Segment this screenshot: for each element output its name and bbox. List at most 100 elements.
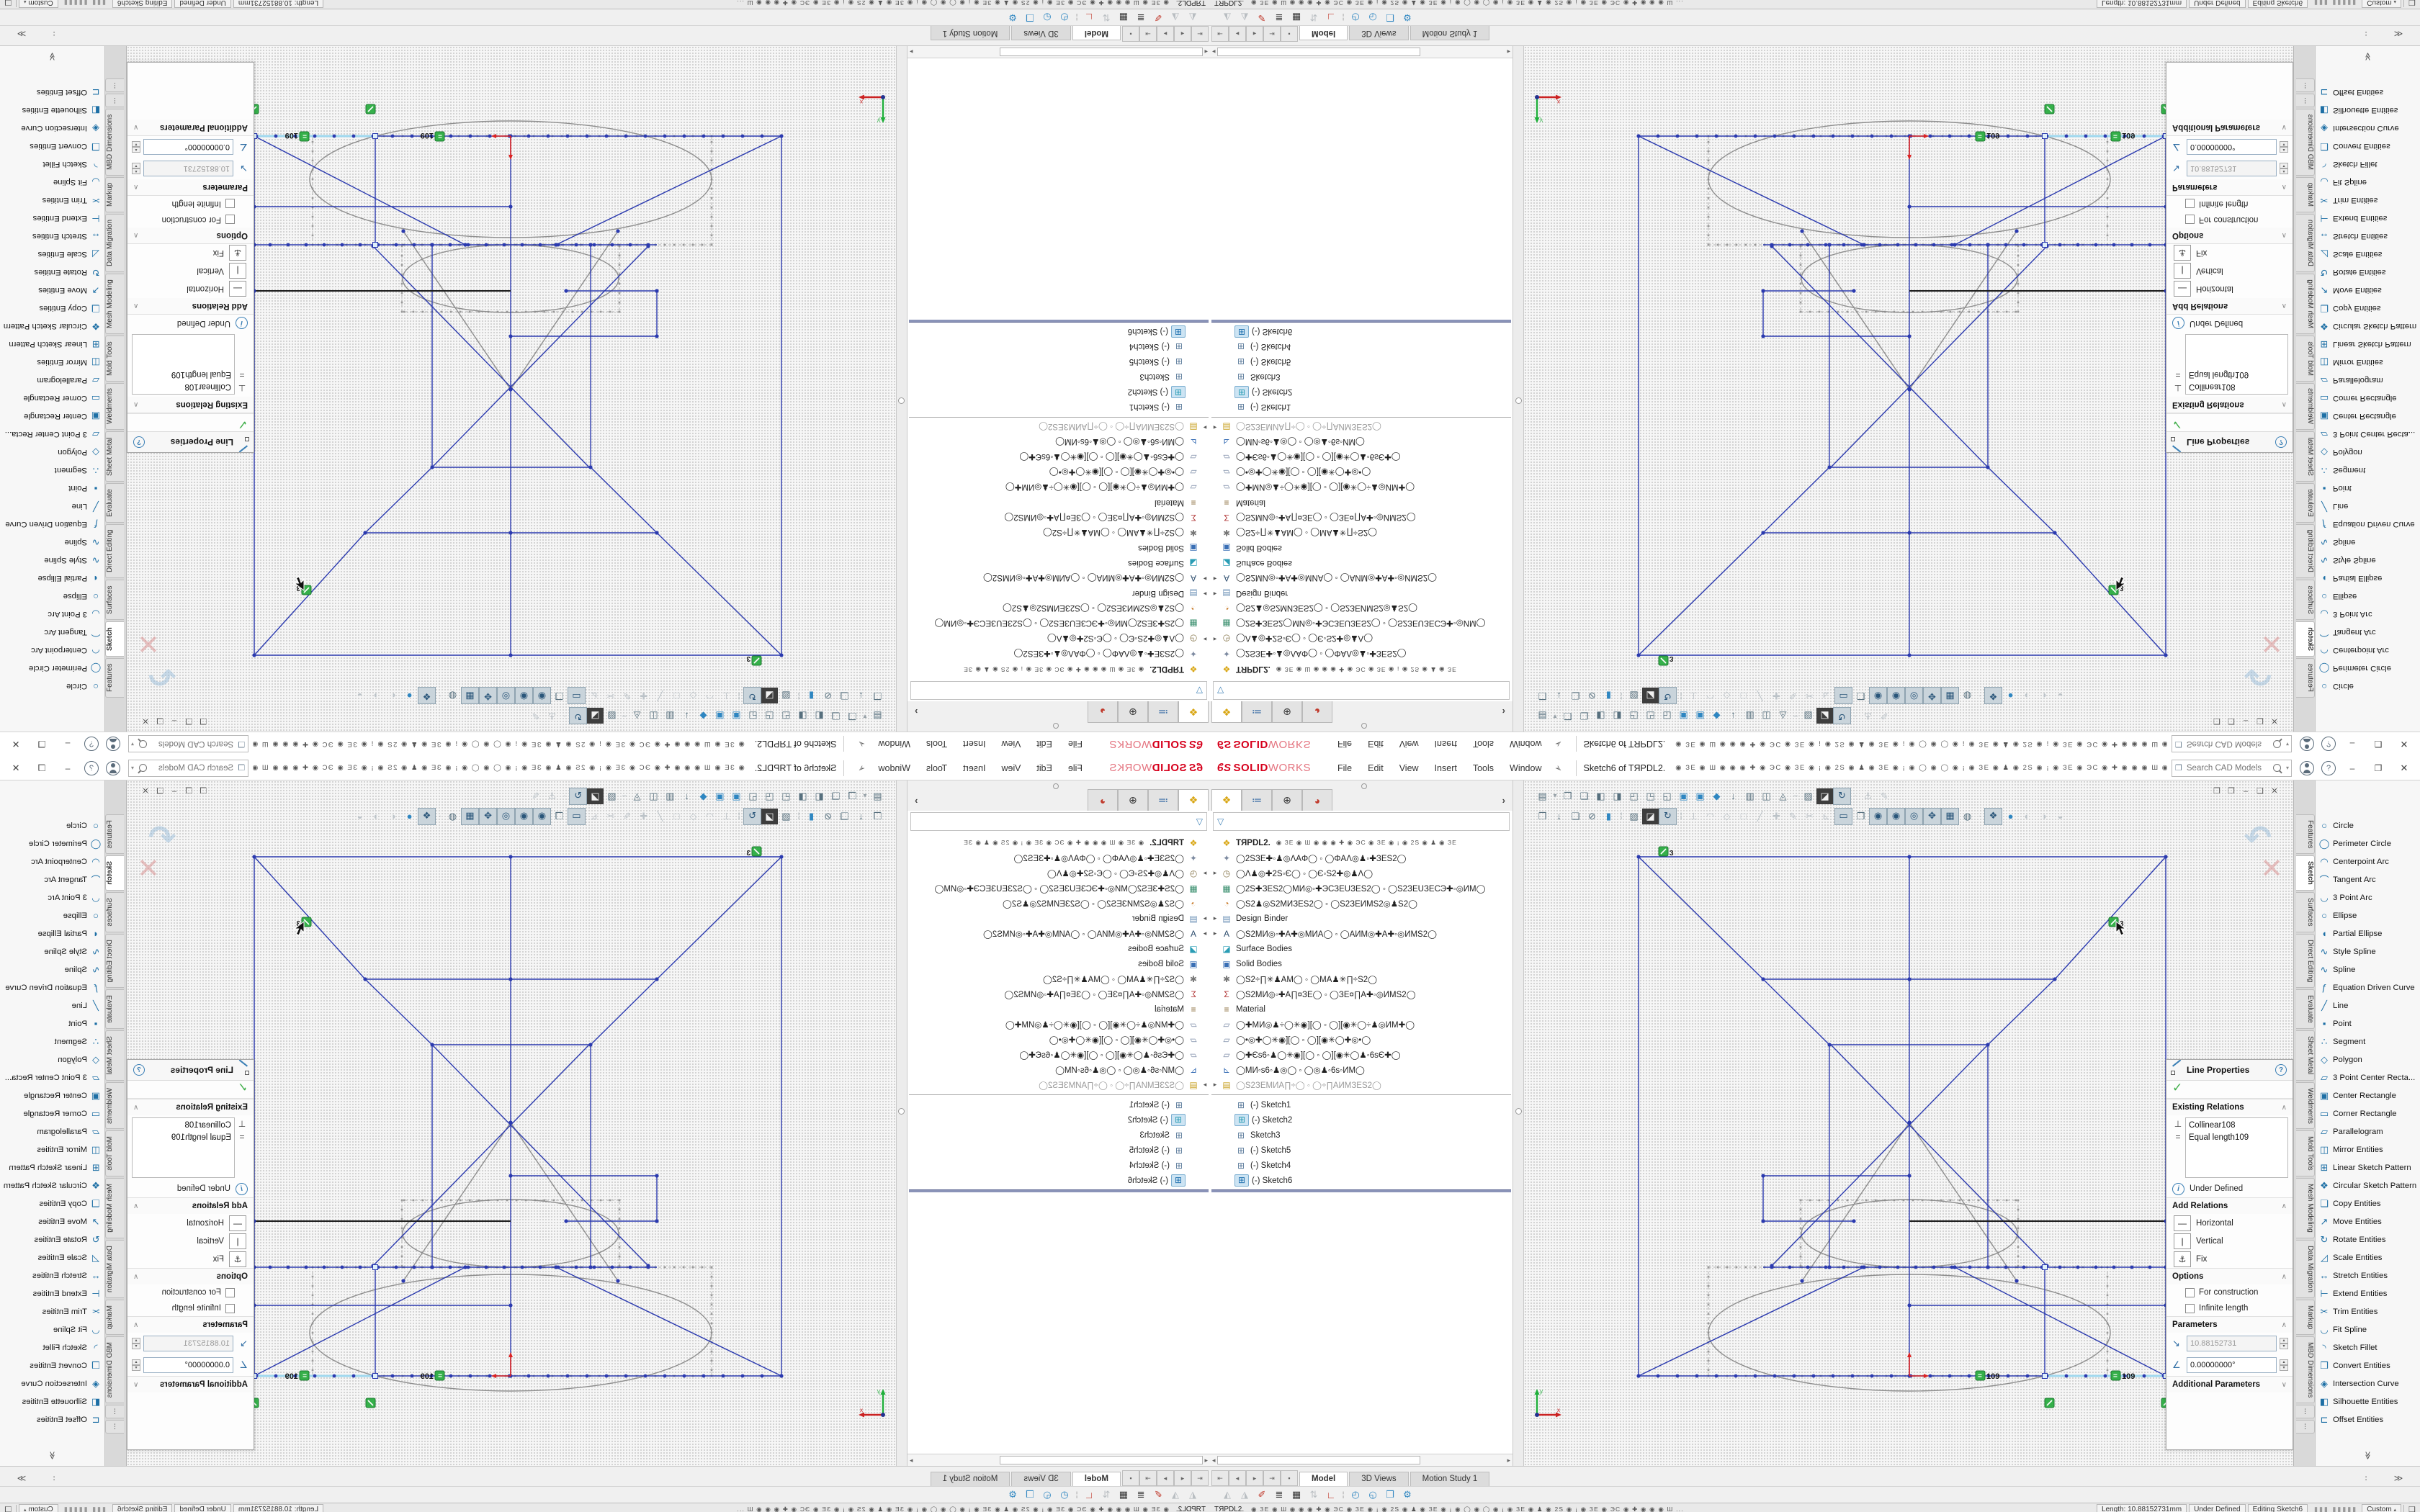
tool-sketch-fillet[interactable]: ◝Sketch Fillet xyxy=(2316,1338,2420,1356)
tool-center-rectangle[interactable]: ▣Center Rectangle xyxy=(0,1086,104,1104)
search-input[interactable] xyxy=(2185,739,2273,750)
toolbar-icon[interactable]: – xyxy=(1791,788,1800,804)
markup-icon[interactable]: ⇅ xyxy=(1305,12,1322,23)
toolbar-icon[interactable]: ↓ xyxy=(1551,688,1567,703)
chevron-up-icon[interactable]: ∧ xyxy=(133,1273,138,1281)
tool-intersection-curve[interactable]: ◈Intersection Curve xyxy=(2316,120,2420,138)
tool-mirror-entities[interactable]: ◫Mirror Entities xyxy=(2316,1140,2420,1158)
toolbar-icon[interactable]: ◪ xyxy=(1642,809,1659,824)
toolbar-icon[interactable]: ▭ xyxy=(1834,687,1852,704)
toolbar-icon[interactable]: ▥ xyxy=(1742,708,1758,724)
document-window-icon[interactable]: ❐ xyxy=(182,786,196,796)
tree-item[interactable]: ▸▤Design Binder xyxy=(908,911,1210,926)
tool-ellipse[interactable]: ○Ellipse xyxy=(2316,588,2420,606)
toolbar-icon[interactable]: ⊾ xyxy=(586,688,602,703)
menu-insert[interactable]: Insert xyxy=(1435,739,1457,750)
tool-rotate-entities[interactable]: ↻Rotate Entities xyxy=(0,264,104,282)
markup-icon[interactable]: ◭ xyxy=(1219,1489,1236,1500)
scroll-right-icon[interactable]: ▸ xyxy=(1507,48,1510,56)
toolbar-icon[interactable]: – xyxy=(620,788,629,804)
cancel-sketch-watermark-icon[interactable]: ✕ xyxy=(137,852,160,885)
toolbar-icon[interactable]: ◎ xyxy=(497,808,515,825)
tab-nav-icon[interactable]: ⇤ xyxy=(1211,1470,1229,1486)
restore-button[interactable]: ❐ xyxy=(2365,763,2391,773)
tool-center-rectangle[interactable]: ▣Center Rectangle xyxy=(2316,408,2420,426)
menu-file[interactable]: File xyxy=(1337,739,1352,750)
toolbar-icon[interactable]: ⊾ xyxy=(1818,688,1834,703)
tree-item[interactable]: ▱◯✚Єs6◦♟◯✳◉][◯ ◦ ◯][◉✳◯♟◦6sЄ✚◯ xyxy=(908,1047,1210,1062)
toolbar-icon[interactable]: ◐ xyxy=(2019,809,2035,824)
user-icon[interactable] xyxy=(2300,737,2314,752)
command-tab-directediting[interactable]: Direct Editing xyxy=(105,524,124,578)
toolbar-icon[interactable]: ◑ xyxy=(368,809,385,824)
tree-item[interactable]: ▸▤Design Binder xyxy=(1210,911,1512,926)
menu-tools[interactable]: Tools xyxy=(1473,763,1494,773)
tree-item-sketch3[interactable]: ⊞Sketch3 xyxy=(908,1128,1210,1143)
spinner-buttons[interactable]: ▴▾ xyxy=(132,163,140,174)
tool-ellipse[interactable]: ○Ellipse xyxy=(0,906,104,924)
toolbar-icon[interactable]: ❒ xyxy=(1852,688,1869,703)
exit-sketch-watermark-icon[interactable]: ↶ xyxy=(2244,655,2272,694)
toolbar-icon[interactable]: ❐ xyxy=(869,809,886,824)
search-box[interactable]: ❒ ▾ xyxy=(128,736,248,753)
toolbar-icon[interactable]: ❐ xyxy=(1559,788,1576,804)
tree-item-sketch2[interactable]: ⊞(-) Sketch2 xyxy=(908,384,1210,400)
toolbar-icon[interactable]: ❏ xyxy=(836,809,853,824)
markup-icon[interactable]: ◵ xyxy=(1039,1489,1056,1500)
toolbar-icon[interactable]: ◉ xyxy=(1869,687,1887,704)
tool-spline[interactable]: ∿Spline xyxy=(0,960,104,978)
tool-3-point-arc[interactable]: ◡3 Point Arc xyxy=(0,888,104,906)
search-box[interactable]: ❒ ▾ xyxy=(128,760,248,777)
toolbar-icon[interactable]: ◧ xyxy=(811,708,828,724)
add-relation-fix[interactable]: ⚓Fix xyxy=(127,244,254,262)
menu-window[interactable]: Window xyxy=(879,739,910,750)
markup-icon[interactable]: ∟ xyxy=(1322,1490,1340,1500)
toolbar-icon[interactable]: ❏ xyxy=(828,788,844,804)
pin-icon[interactable]: ➢ xyxy=(855,738,867,750)
toolbar-icon[interactable]: ⊥ xyxy=(718,809,735,824)
command-tab-meshmodeling[interactable]: Mesh Modeling xyxy=(105,274,124,334)
tool-scale-entities[interactable]: ◿Scale Entities xyxy=(2316,246,2420,264)
toolbar-icon[interactable]: ◳ xyxy=(1642,788,1659,804)
toolbar-icon[interactable]: ⊾ xyxy=(586,809,602,824)
relations-list[interactable]: Collinear108Equal length109 xyxy=(2185,334,2288,395)
toolbar-icon[interactable]: ▾ xyxy=(1551,788,1559,804)
tool-parallelogram[interactable]: ▱Parallelogram xyxy=(2316,372,2420,390)
checkbox-icon[interactable] xyxy=(225,1304,235,1313)
markup-icon[interactable]: ◮ xyxy=(1167,12,1184,23)
tab-model[interactable]: Model xyxy=(1299,26,1348,40)
tool-move-entities[interactable]: ↗Move Entities xyxy=(2316,282,2420,300)
toolbar-icon[interactable]: ▦ xyxy=(461,808,479,825)
toolbar-icon[interactable]: ╱ xyxy=(652,688,668,703)
toolbar-icon[interactable]: ▦ xyxy=(1941,808,1959,825)
add-relation-vertical[interactable]: |Vertical xyxy=(2166,262,2293,280)
tree-item[interactable]: ▣Solid Bodies xyxy=(1210,956,1512,971)
tree-item[interactable]: ▦◯2S✚ЗЕS2◯ΜИ◎◦✚ЭСЗЕUЗЕS2◯ ◦ ◯S2ЗЕUЗЕСЭ✚◦… xyxy=(908,616,1210,631)
tool-3-point-center-recta---[interactable]: ▱3 Point Center Recta... xyxy=(0,1068,104,1086)
feature-manager-tab-1[interactable]: ≔ xyxy=(1242,789,1272,811)
toolbar-icon[interactable]: □ xyxy=(1735,809,1752,824)
expand-panel-icon[interactable]: › xyxy=(1502,707,1505,718)
markup-icon[interactable]: ∟ xyxy=(1080,1490,1098,1500)
command-tab-moldtools[interactable]: Mold Tools xyxy=(105,1130,124,1176)
toolbar-icon[interactable]: ❖ xyxy=(1984,808,2002,825)
add-relation-vertical[interactable]: |Vertical xyxy=(2166,1232,2293,1250)
command-tab-features[interactable]: Features xyxy=(2296,814,2315,854)
menu-view[interactable]: View xyxy=(1399,763,1419,773)
tool-perimeter-circle[interactable]: ◯Perimeter Circle xyxy=(0,834,104,852)
toolbar-icon[interactable]: ⚓ xyxy=(1860,788,1876,804)
scroll-left-icon[interactable]: ◂ xyxy=(1212,48,1216,56)
tool-3-point-center-recta---[interactable]: ▱3 Point Center Recta... xyxy=(2316,1068,2420,1086)
command-tab-weldments[interactable]: Weldments xyxy=(105,1082,124,1130)
toolbar-icon[interactable]: ✂ xyxy=(1801,809,1818,824)
markup-icon[interactable]: ¦ xyxy=(1340,1491,1347,1499)
menu-edit[interactable]: Edit xyxy=(1368,739,1384,750)
markup-icon[interactable]: ▦ xyxy=(1288,12,1305,23)
markup-icon[interactable]: ◵ xyxy=(1364,1489,1381,1500)
add-relation-fix[interactable]: ⚓Fix xyxy=(2166,1250,2293,1268)
options-section[interactable]: Options∧ xyxy=(127,228,254,244)
toolbar-icon[interactable]: ◱ xyxy=(745,788,761,804)
toolbar-icon[interactable]: ▨ xyxy=(604,708,620,724)
tab-nav-icon[interactable]: ⇤ xyxy=(1191,1470,1209,1486)
rollback-bar[interactable] xyxy=(1211,1189,1511,1192)
